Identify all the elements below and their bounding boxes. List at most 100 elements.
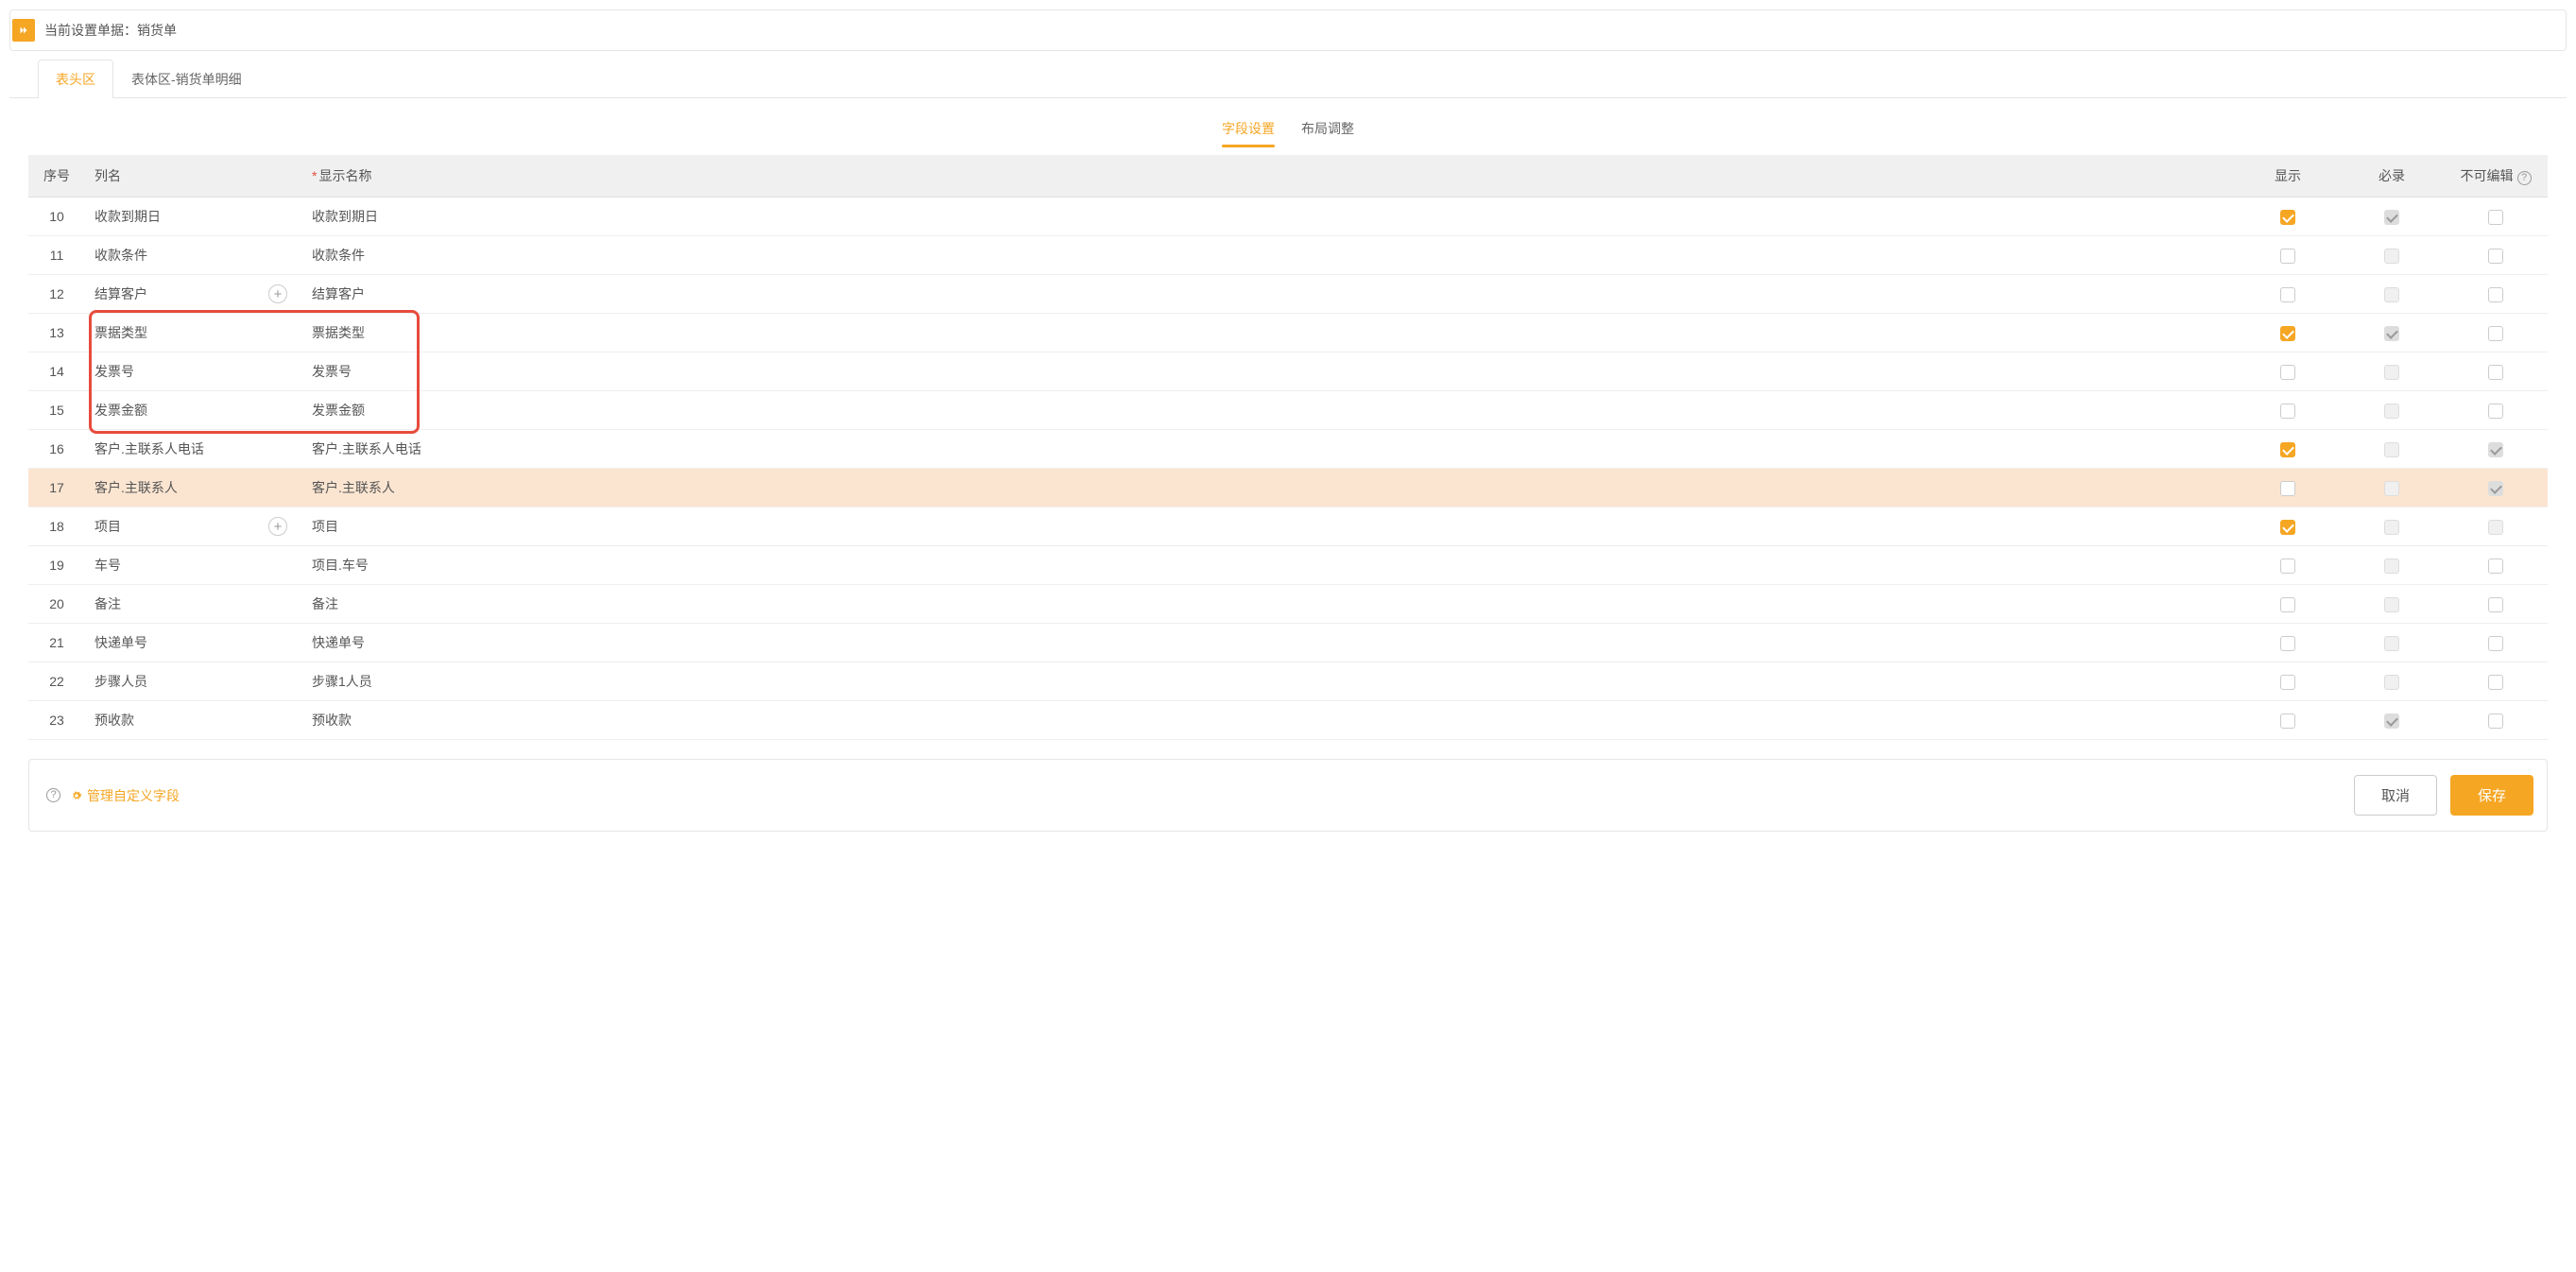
current-document-bar: 当前设置单据：销货单 xyxy=(9,9,2567,51)
tab-1[interactable]: 表体区-销货单明细 xyxy=(113,60,260,98)
checkbox-readonly xyxy=(2488,520,2503,535)
checkbox-show[interactable] xyxy=(2280,326,2295,341)
header-display-name: *显示名称 xyxy=(302,155,2236,198)
row-display-name[interactable]: 步骤1人员 xyxy=(302,662,2236,701)
checkbox-readonly[interactable] xyxy=(2488,287,2503,302)
sub-tabs: 字段设置布局调整 xyxy=(0,98,2576,155)
tab-0[interactable]: 表头区 xyxy=(38,60,113,98)
cell-show xyxy=(2236,662,2340,701)
checkbox-show[interactable] xyxy=(2280,404,2295,419)
help-icon[interactable]: ? xyxy=(46,788,60,802)
checkbox-required xyxy=(2384,481,2399,496)
table-row: 10收款到期日收款到期日 xyxy=(28,198,2548,236)
checkbox-required xyxy=(2384,442,2399,457)
checkbox-required xyxy=(2384,559,2399,574)
checkbox-readonly[interactable] xyxy=(2488,636,2503,651)
cell-required xyxy=(2340,662,2444,701)
checkbox-readonly[interactable] xyxy=(2488,559,2503,574)
cell-readonly xyxy=(2444,314,2548,352)
checkbox-readonly[interactable] xyxy=(2488,326,2503,341)
checkbox-readonly[interactable] xyxy=(2488,404,2503,419)
row-display-name[interactable]: 发票金额 xyxy=(302,391,2236,430)
cell-show xyxy=(2236,198,2340,236)
table-row: 14发票号发票号 xyxy=(28,352,2548,391)
row-display-name[interactable]: 票据类型 xyxy=(302,314,2236,352)
cell-show xyxy=(2236,236,2340,275)
checkbox-show[interactable] xyxy=(2280,210,2295,225)
help-icon[interactable]: ? xyxy=(2517,171,2532,185)
cell-show xyxy=(2236,546,2340,585)
cell-readonly xyxy=(2444,352,2548,391)
collapse-button[interactable] xyxy=(12,19,35,42)
cell-readonly xyxy=(2444,701,2548,740)
row-seq: 23 xyxy=(28,701,85,740)
row-display-name[interactable]: 项目.车号 xyxy=(302,546,2236,585)
checkbox-show[interactable] xyxy=(2280,597,2295,612)
checkbox-show[interactable] xyxy=(2280,675,2295,690)
header-display-name-text: 显示名称 xyxy=(318,168,371,183)
row-display-name[interactable]: 发票号 xyxy=(302,352,2236,391)
row-col-name: 车号 xyxy=(85,546,302,585)
row-col-name: 快递单号 xyxy=(85,624,302,662)
checkbox-show[interactable] xyxy=(2280,520,2295,535)
header-readonly-text: 不可编辑 xyxy=(2461,168,2514,183)
checkbox-readonly[interactable] xyxy=(2488,210,2503,225)
checkbox-required xyxy=(2384,675,2399,690)
row-display-name[interactable]: 客户.主联系人 xyxy=(302,469,2236,507)
row-seq: 12 xyxy=(28,275,85,314)
row-display-name[interactable]: 结算客户 xyxy=(302,275,2236,314)
checkbox-show[interactable] xyxy=(2280,481,2295,496)
manage-custom-fields-label: 管理自定义字段 xyxy=(87,786,180,805)
checkbox-show[interactable] xyxy=(2280,287,2295,302)
table-row: 21快递单号快递单号 xyxy=(28,624,2548,662)
cell-required xyxy=(2340,391,2444,430)
sub-tab-1[interactable]: 布局调整 xyxy=(1301,115,1354,147)
row-display-name[interactable]: 项目 xyxy=(302,507,2236,546)
row-display-name[interactable]: 快递单号 xyxy=(302,624,2236,662)
cancel-button[interactable]: 取消 xyxy=(2354,775,2437,816)
cell-required xyxy=(2340,352,2444,391)
checkbox-show[interactable] xyxy=(2280,636,2295,651)
row-display-name[interactable]: 收款到期日 xyxy=(302,198,2236,236)
header-col-name: 列名 xyxy=(85,155,302,198)
checkbox-readonly[interactable] xyxy=(2488,365,2503,380)
row-col-name: 收款到期日 xyxy=(85,198,302,236)
save-button[interactable]: 保存 xyxy=(2450,775,2533,816)
manage-custom-fields-link[interactable]: 管理自定义字段 xyxy=(70,786,180,805)
checkbox-readonly[interactable] xyxy=(2488,713,2503,729)
checkbox-readonly[interactable] xyxy=(2488,675,2503,690)
checkbox-show[interactable] xyxy=(2280,559,2295,574)
checkbox-required xyxy=(2384,365,2399,380)
checkbox-show[interactable] xyxy=(2280,442,2295,457)
sub-tab-0[interactable]: 字段设置 xyxy=(1222,115,1275,147)
checkbox-show[interactable] xyxy=(2280,713,2295,729)
row-col-name: 客户.主联系人电话 xyxy=(85,430,302,469)
row-display-name[interactable]: 备注 xyxy=(302,585,2236,624)
cell-required xyxy=(2340,585,2444,624)
row-seq: 17 xyxy=(28,469,85,507)
cell-readonly xyxy=(2444,275,2548,314)
checkbox-show[interactable] xyxy=(2280,365,2295,380)
add-field-button[interactable]: + xyxy=(268,517,287,536)
row-display-name[interactable]: 收款条件 xyxy=(302,236,2236,275)
checkbox-readonly[interactable] xyxy=(2488,597,2503,612)
add-field-button[interactable]: + xyxy=(268,284,287,303)
row-seq: 10 xyxy=(28,198,85,236)
checkbox-required xyxy=(2384,713,2399,729)
row-display-name[interactable]: 客户.主联系人电话 xyxy=(302,430,2236,469)
cell-required xyxy=(2340,507,2444,546)
checkbox-readonly[interactable] xyxy=(2488,249,2503,264)
cell-required xyxy=(2340,198,2444,236)
row-seq: 18 xyxy=(28,507,85,546)
header-readonly: 不可编辑? xyxy=(2444,155,2548,198)
row-col-name: 备注 xyxy=(85,585,302,624)
cell-required xyxy=(2340,546,2444,585)
checkbox-show[interactable] xyxy=(2280,249,2295,264)
row-display-name[interactable]: 预收款 xyxy=(302,701,2236,740)
field-settings-table: 序号 列名 *显示名称 显示 必录 不可编辑? 10收款到期日收款到期日11收款… xyxy=(28,155,2548,740)
chevron-right-double-icon xyxy=(17,24,30,37)
cell-required xyxy=(2340,624,2444,662)
checkbox-required xyxy=(2384,249,2399,264)
cell-readonly xyxy=(2444,469,2548,507)
section-tabs: 表头区表体区-销货单明细 xyxy=(9,60,2567,98)
